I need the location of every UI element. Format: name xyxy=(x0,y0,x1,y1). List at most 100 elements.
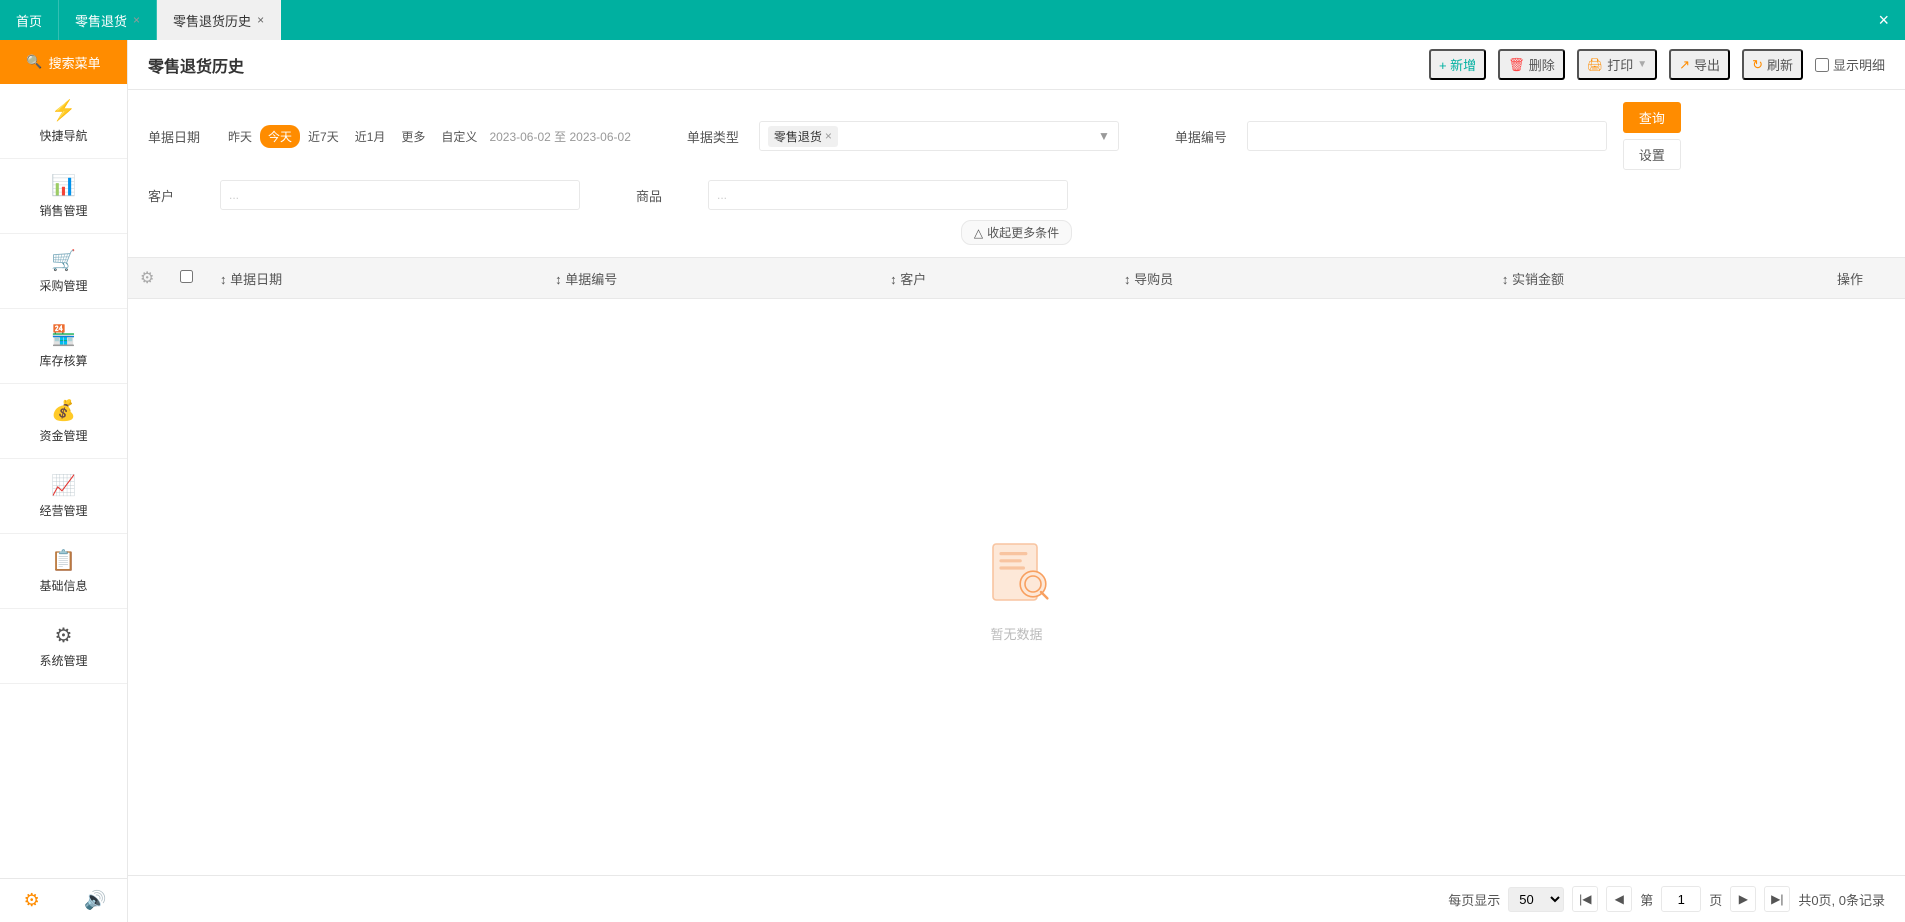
date-today[interactable]: 今天 xyxy=(260,125,300,148)
page-size-label: 每页显示 xyxy=(1448,890,1500,909)
page-label: 页 xyxy=(1709,890,1722,909)
type-tag-remove[interactable]: × xyxy=(825,129,832,143)
date-custom[interactable]: 自定义 xyxy=(433,125,485,148)
customer-filter-label: 客户 xyxy=(148,186,204,205)
pagination-bar: 每页显示 20 50 100 200 |◀ ◀ 第 页 ▶ ▶| 共0页, 0条… xyxy=(128,875,1905,922)
sidebar-bottom: ⚙ 🔊 xyxy=(0,878,127,922)
filter-area: 单据日期 昨天 今天 近7天 近1月 更多 自定义 2023-06-02 至 2… xyxy=(128,90,1905,258)
refresh-icon: ↻ xyxy=(1752,57,1763,73)
query-button[interactable]: 查询 xyxy=(1623,102,1681,133)
window-close-button[interactable]: × xyxy=(1862,10,1905,31)
voucher-input[interactable] xyxy=(1247,121,1607,151)
th-ops: 操作 xyxy=(1825,258,1905,299)
last-page-btn[interactable]: ▶| xyxy=(1764,886,1790,912)
collapse-button[interactable]: △ 收起更多条件 xyxy=(961,220,1072,245)
page-input[interactable] xyxy=(1661,886,1701,912)
sidebar-item-sales[interactable]: 📊 销售管理 xyxy=(0,159,127,234)
page-header: 零售退货历史 + 新增 🗑 删除 🖨 打印 ▼ ↗ 导出 xyxy=(128,40,1905,90)
header-actions: + 新增 🗑 删除 🖨 打印 ▼ ↗ 导出 ↻ 刷新 xyxy=(1429,49,1885,80)
tab-retail-return[interactable]: 零售退货 × xyxy=(59,0,157,40)
th-voucher-sort-icon: ↕ xyxy=(555,272,565,287)
delete-button[interactable]: 🗑 删除 xyxy=(1498,49,1565,80)
th-amount: ↕ 实销金额 xyxy=(1490,258,1825,299)
close-retail-return-history-tab[interactable]: × xyxy=(257,13,264,27)
page-word: 第 xyxy=(1640,890,1653,909)
th-spacer xyxy=(1397,258,1490,299)
basic-info-icon: 📋 xyxy=(51,548,76,573)
th-guide: ↕ 导购员 xyxy=(1112,258,1397,299)
sidebar-item-finance[interactable]: 💰 资金管理 xyxy=(0,384,127,459)
table-header: ⚙ ↕ 单据日期 ↕ 单据编号 xyxy=(128,258,1905,299)
purchase-icon: 🛒 xyxy=(51,248,76,273)
goods-filter-label: 商品 xyxy=(636,186,692,205)
first-page-btn[interactable]: |◀ xyxy=(1572,886,1598,912)
date-yesterday[interactable]: 昨天 xyxy=(220,125,260,148)
date-more[interactable]: 更多 xyxy=(393,125,433,148)
th-amount-sort-icon: ↕ xyxy=(1502,272,1512,287)
show-detail-checkbox[interactable] xyxy=(1815,58,1829,72)
sidebar-media-btn[interactable]: 🔊 xyxy=(64,879,128,922)
show-detail-label: 显示明细 xyxy=(1815,55,1885,74)
close-retail-return-tab[interactable]: × xyxy=(133,13,140,27)
customer-input[interactable]: ... xyxy=(220,180,580,210)
sidebar-item-purchase[interactable]: 🛒 采购管理 xyxy=(0,234,127,309)
delete-icon: 🗑 xyxy=(1508,57,1525,73)
system-icon: ⚙ xyxy=(55,623,73,648)
export-icon: ↗ xyxy=(1679,57,1690,73)
column-settings-icon[interactable]: ⚙ xyxy=(140,270,154,287)
tab-retail-return-history[interactable]: 零售退货历史 × xyxy=(157,0,281,40)
sidebar-item-system[interactable]: ⚙ 系统管理 xyxy=(0,609,127,684)
th-guide-sort-icon: ↕ xyxy=(1124,272,1134,287)
refresh-button[interactable]: ↻ 刷新 xyxy=(1742,49,1803,80)
table-container: ⚙ ↕ 单据日期 ↕ 单据编号 xyxy=(128,258,1905,875)
add-button[interactable]: + 新增 xyxy=(1429,49,1486,80)
export-button[interactable]: ↗ 导出 xyxy=(1669,49,1730,80)
sidebar-search[interactable]: 🔍 搜索菜单 xyxy=(0,40,127,84)
settings-button[interactable]: 设置 xyxy=(1623,139,1681,170)
goods-placeholder: ... xyxy=(717,188,727,202)
empty-icon xyxy=(977,532,1057,612)
empty-text: 暂无数据 xyxy=(990,624,1042,643)
sidebar-item-business[interactable]: 📈 经营管理 xyxy=(0,459,127,534)
prev-page-btn[interactable]: ◀ xyxy=(1606,886,1632,912)
query-actions: 查询 设置 xyxy=(1623,102,1681,170)
select-all-checkbox[interactable] xyxy=(180,270,193,283)
type-dropdown-icon: ▼ xyxy=(1098,129,1110,143)
th-date: ↕ 单据日期 xyxy=(208,258,543,299)
print-button[interactable]: 🖨 打印 ▼ xyxy=(1577,49,1657,80)
date-filters: 昨天 今天 近7天 近1月 更多 自定义 2023-06-02 至 2023-0… xyxy=(220,125,631,148)
type-filter-label: 单据类型 xyxy=(687,127,743,146)
filter-row-2: 客户 ... 商品 ... xyxy=(148,180,1885,210)
collapse-up-icon: △ xyxy=(974,226,983,240)
next-page-btn[interactable]: ▶ xyxy=(1730,886,1756,912)
sidebar-item-quick-nav[interactable]: ⚡ 快捷导航 xyxy=(0,84,127,159)
top-nav: 首页 零售退货 × 零售退货历史 × × xyxy=(0,0,1905,40)
th-customer-sort-icon: ↕ xyxy=(890,272,900,287)
date-7days[interactable]: 近7天 xyxy=(300,125,347,148)
print-dropdown-icon: ▼ xyxy=(1637,59,1647,70)
th-checkbox xyxy=(168,258,208,299)
nav-tabs: 首页 零售退货 × 零售退货历史 × xyxy=(0,0,1862,40)
page-size-select[interactable]: 20 50 100 200 xyxy=(1508,887,1564,912)
content-area: 零售退货历史 + 新增 🗑 删除 🖨 打印 ▼ ↗ 导出 xyxy=(128,40,1905,922)
customer-placeholder: ... xyxy=(229,188,239,202)
sidebar: 🔍 搜索菜单 ⚡ 快捷导航 📊 销售管理 🛒 采购管理 🏪 库存核算 💰 资金管… xyxy=(0,40,128,922)
search-icon: 🔍 xyxy=(26,54,42,70)
goods-input[interactable]: ... xyxy=(708,180,1068,210)
collapse-row: △ 收起更多条件 xyxy=(148,220,1885,245)
date-range-display: 2023-06-02 至 2023-06-02 xyxy=(489,128,630,145)
date-1month[interactable]: 近1月 xyxy=(347,125,394,148)
main-layout: 🔍 搜索菜单 ⚡ 快捷导航 📊 销售管理 🛒 采购管理 🏪 库存核算 💰 资金管… xyxy=(0,40,1905,922)
type-selector[interactable]: 零售退货 × ▼ xyxy=(759,121,1119,151)
print-icon: 🖨 xyxy=(1587,57,1604,73)
quick-nav-icon: ⚡ xyxy=(51,98,76,123)
sidebar-item-basic-info[interactable]: 📋 基础信息 xyxy=(0,534,127,609)
sidebar-settings-btn[interactable]: ⚙ xyxy=(0,879,64,922)
business-icon: 📈 xyxy=(51,473,76,498)
type-tag: 零售退货 × xyxy=(768,126,838,147)
total-info: 共0页, 0条记录 xyxy=(1798,890,1885,909)
inventory-icon: 🏪 xyxy=(51,323,76,348)
tab-home[interactable]: 首页 xyxy=(0,0,59,40)
voucher-filter-label: 单据编号 xyxy=(1175,127,1231,146)
sidebar-item-inventory[interactable]: 🏪 库存核算 xyxy=(0,309,127,384)
